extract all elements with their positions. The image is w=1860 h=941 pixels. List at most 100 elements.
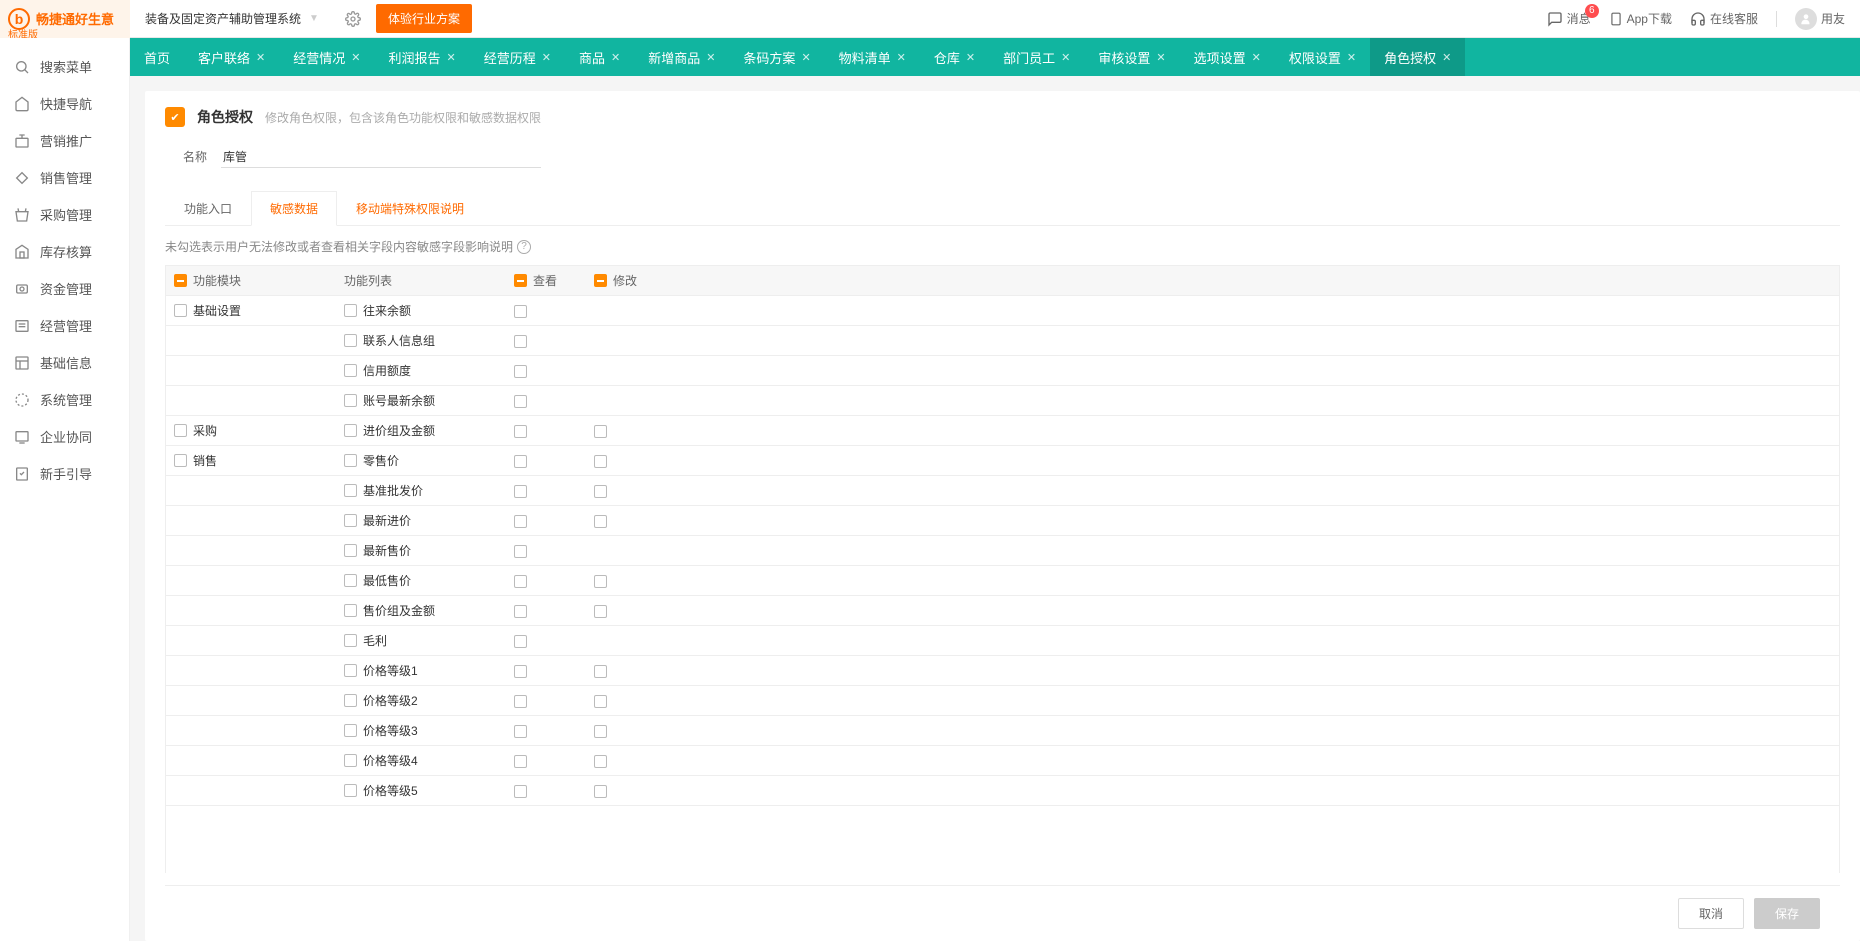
tab-14[interactable]: 角色授权✕: [1370, 38, 1465, 76]
tab-4[interactable]: 经营历程✕: [470, 38, 565, 76]
app-download-button[interactable]: App下载: [1609, 10, 1672, 27]
cancel-button[interactable]: 取消: [1678, 898, 1744, 929]
view-checkbox[interactable]: [514, 515, 527, 528]
sidebar-item-4[interactable]: 采购管理: [0, 196, 129, 233]
sidebar-item-10[interactable]: 企业协同: [0, 418, 129, 455]
view-checkbox[interactable]: [514, 665, 527, 678]
tab-9[interactable]: 仓库✕: [920, 38, 989, 76]
view-checkbox[interactable]: [514, 485, 527, 498]
industry-plan-button[interactable]: 体验行业方案: [376, 4, 472, 33]
func-checkbox[interactable]: [344, 694, 357, 707]
close-icon[interactable]: ✕: [611, 51, 620, 64]
close-icon[interactable]: ✕: [1442, 51, 1451, 64]
close-icon[interactable]: ✕: [966, 51, 975, 64]
close-icon[interactable]: ✕: [801, 51, 810, 64]
close-icon[interactable]: ✕: [1061, 51, 1070, 64]
edit-checkbox[interactable]: [594, 785, 607, 798]
close-icon[interactable]: ✕: [897, 51, 906, 64]
tab-13[interactable]: 权限设置✕: [1275, 38, 1370, 76]
help-icon[interactable]: ?: [517, 240, 531, 254]
sidebar-item-0[interactable]: 搜索菜单: [0, 48, 129, 85]
edit-checkbox[interactable]: [594, 425, 607, 438]
func-checkbox[interactable]: [344, 514, 357, 527]
edit-checkbox[interactable]: [594, 485, 607, 498]
edit-checkbox[interactable]: [594, 575, 607, 588]
messages-button[interactable]: 消息 6: [1547, 10, 1591, 27]
close-icon[interactable]: ✕: [1156, 51, 1165, 64]
edit-checkbox[interactable]: [594, 515, 607, 528]
func-checkbox[interactable]: [344, 304, 357, 317]
tab-12[interactable]: 选项设置✕: [1180, 38, 1275, 76]
edit-header-checkbox[interactable]: [594, 274, 607, 287]
edit-checkbox[interactable]: [594, 755, 607, 768]
view-checkbox[interactable]: [514, 635, 527, 648]
online-service-button[interactable]: 在线客服: [1690, 10, 1758, 27]
tab-5[interactable]: 商品✕: [565, 38, 634, 76]
module-checkbox[interactable]: [174, 454, 187, 467]
tab-6[interactable]: 新增商品✕: [634, 38, 729, 76]
close-icon[interactable]: ✕: [542, 51, 551, 64]
sidebar-item-11[interactable]: 新手引导: [0, 455, 129, 492]
func-checkbox[interactable]: [344, 334, 357, 347]
view-checkbox[interactable]: [514, 305, 527, 318]
view-header-checkbox[interactable]: [514, 274, 527, 287]
close-icon[interactable]: ✕: [706, 51, 715, 64]
sidebar-item-2[interactable]: 营销推广: [0, 122, 129, 159]
close-icon[interactable]: ✕: [1252, 51, 1261, 64]
view-checkbox[interactable]: [514, 725, 527, 738]
func-checkbox[interactable]: [344, 664, 357, 677]
view-checkbox[interactable]: [514, 785, 527, 798]
sidebar-item-6[interactable]: 资金管理: [0, 270, 129, 307]
user-menu[interactable]: 用友: [1795, 8, 1845, 30]
edit-checkbox[interactable]: [594, 665, 607, 678]
sidebar-item-8[interactable]: 基础信息: [0, 344, 129, 381]
close-icon[interactable]: ✕: [256, 51, 265, 64]
edit-checkbox[interactable]: [594, 605, 607, 618]
view-checkbox[interactable]: [514, 575, 527, 588]
func-checkbox[interactable]: [344, 634, 357, 647]
func-checkbox[interactable]: [344, 424, 357, 437]
sidebar-item-5[interactable]: 库存核算: [0, 233, 129, 270]
sidebar-item-7[interactable]: 经营管理: [0, 307, 129, 344]
close-icon[interactable]: ✕: [351, 51, 360, 64]
module-checkbox[interactable]: [174, 424, 187, 437]
func-checkbox[interactable]: [344, 574, 357, 587]
view-checkbox[interactable]: [514, 605, 527, 618]
tab-0[interactable]: 首页: [130, 38, 184, 76]
subtab-mobile-note[interactable]: 移动端特殊权限说明: [337, 191, 483, 226]
func-checkbox[interactable]: [344, 394, 357, 407]
func-checkbox[interactable]: [344, 484, 357, 497]
system-selector[interactable]: 装备及固定资产辅助管理系统 ▼: [145, 10, 345, 27]
func-checkbox[interactable]: [344, 784, 357, 797]
tab-8[interactable]: 物料清单✕: [825, 38, 920, 76]
view-checkbox[interactable]: [514, 545, 527, 558]
edit-checkbox[interactable]: [594, 455, 607, 468]
view-checkbox[interactable]: [514, 425, 527, 438]
module-header-checkbox[interactable]: [174, 274, 187, 287]
func-checkbox[interactable]: [344, 754, 357, 767]
func-checkbox[interactable]: [344, 604, 357, 617]
view-checkbox[interactable]: [514, 755, 527, 768]
gear-icon[interactable]: [345, 11, 361, 27]
tab-2[interactable]: 经营情况✕: [279, 38, 374, 76]
role-name-input[interactable]: [221, 145, 541, 168]
view-checkbox[interactable]: [514, 365, 527, 378]
close-icon[interactable]: ✕: [1347, 51, 1356, 64]
tab-1[interactable]: 客户联络✕: [184, 38, 279, 76]
func-checkbox[interactable]: [344, 364, 357, 377]
func-checkbox[interactable]: [344, 724, 357, 737]
close-icon[interactable]: ✕: [447, 51, 456, 64]
module-checkbox[interactable]: [174, 304, 187, 317]
edit-checkbox[interactable]: [594, 725, 607, 738]
subtab-function-entry[interactable]: 功能入口: [165, 191, 251, 226]
tab-7[interactable]: 条码方案✕: [729, 38, 824, 76]
view-checkbox[interactable]: [514, 695, 527, 708]
sidebar-item-1[interactable]: 快捷导航: [0, 85, 129, 122]
func-checkbox[interactable]: [344, 454, 357, 467]
subtab-sensitive-data[interactable]: 敏感数据: [251, 191, 337, 226]
func-checkbox[interactable]: [344, 544, 357, 557]
view-checkbox[interactable]: [514, 335, 527, 348]
save-button[interactable]: 保存: [1754, 898, 1820, 929]
edit-checkbox[interactable]: [594, 695, 607, 708]
tab-3[interactable]: 利润报告✕: [374, 38, 469, 76]
